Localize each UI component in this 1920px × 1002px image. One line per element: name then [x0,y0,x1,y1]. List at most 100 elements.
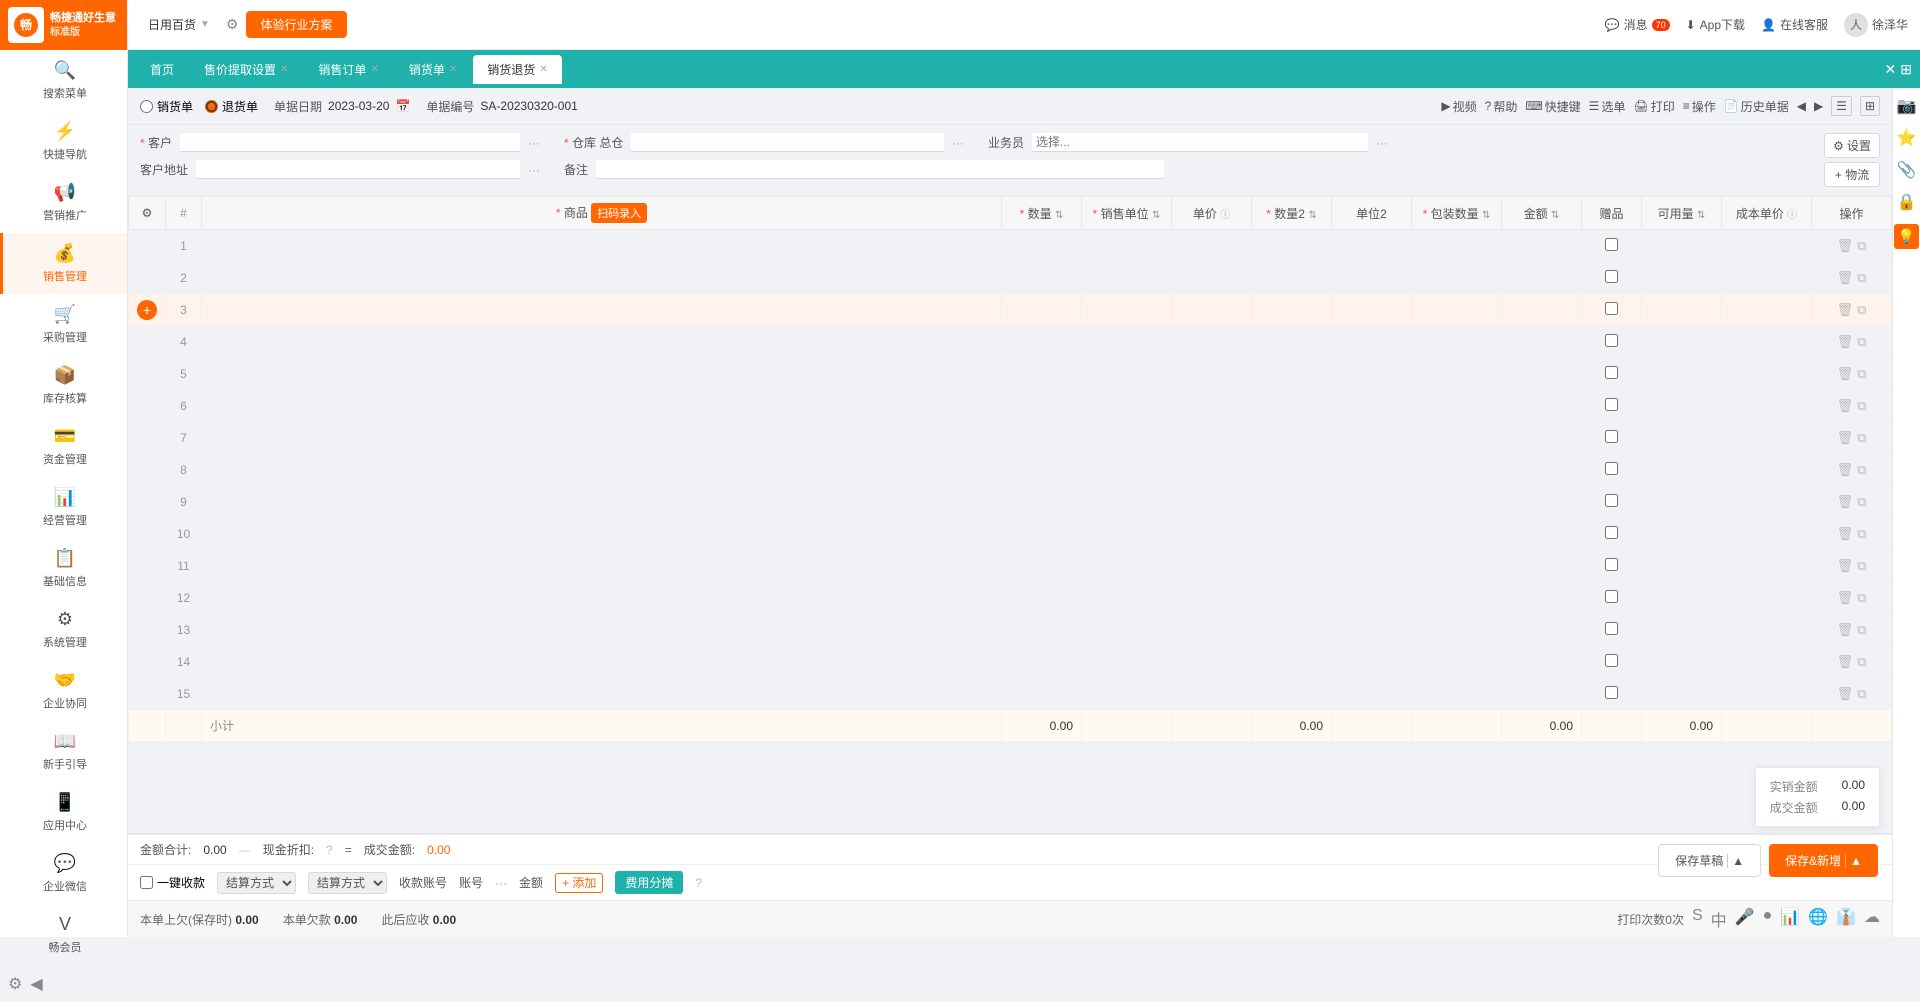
available-sort-icon[interactable]: ⇅ [1697,210,1705,221]
shortcut-btn[interactable]: ⌨ 快捷键 [1525,98,1580,115]
add-btn[interactable]: + 添加 [555,874,603,891]
staff-input[interactable] [1032,133,1368,152]
delete-icon[interactable]: 🗑 [1837,622,1854,638]
copy-row-1[interactable]: ⧉ [1857,238,1866,254]
toolbar-icon-7[interactable]: 👔 [1836,907,1856,931]
row-unit-1[interactable] [1082,230,1172,262]
toolbar-icon-4[interactable]: ● [1763,907,1773,931]
row-cost-2[interactable] [1722,262,1812,294]
dropdown-arrow-draft[interactable]: ▲ [1727,854,1744,868]
row-qty-2[interactable] [1002,262,1082,294]
sidebar-item-marketing[interactable]: 📢 营销推广 [0,172,127,233]
delete-icon[interactable]: 🗑 [1837,526,1854,542]
user-menu[interactable]: 人 徐泽华 [1844,13,1908,37]
row-available-3[interactable] [1642,294,1722,326]
row-qty2-3[interactable] [1252,294,1332,326]
sidebar-item-finance[interactable]: 💳 资金管理 [0,416,127,477]
cost-info-icon[interactable]: ⓘ [1787,210,1797,221]
operate-btn[interactable]: ≡ 操作 [1683,98,1716,115]
row-unit-2[interactable] [1082,262,1172,294]
copy-icon[interactable]: ⧉ [1857,558,1866,574]
experience-btn[interactable]: 体验行业方案 [246,11,346,38]
copy-icon[interactable]: ⧉ [1857,398,1866,414]
sidebar-item-apps[interactable]: 📱 应用中心 [0,782,127,843]
customer-more-btn[interactable]: ··· [528,136,540,150]
sidebar-item-member[interactable]: V 畅会员 [0,904,127,965]
print-btn[interactable]: 🖨 打印 [1633,98,1674,115]
fee-split-btn[interactable]: 费用分摊 [615,871,683,894]
toolbar-icon-2[interactable]: 中 [1711,907,1727,931]
one-key-payment-check[interactable] [140,876,153,889]
tab-home[interactable]: 首页 [136,55,188,84]
row-qty-3[interactable] [1002,294,1082,326]
settings-bottom-icon[interactable]: ⚙ [8,974,22,994]
dropdown-arrow-new[interactable]: ▲ [1845,854,1862,868]
unit-sort-icon[interactable]: ⇅ [1152,210,1160,221]
right-panel-icon-5[interactable]: 💡 [1894,224,1919,249]
col-header-settings[interactable]: ⚙ [129,197,166,230]
copy-icon[interactable]: ⧉ [1857,622,1866,638]
app-download-button[interactable]: ⬇ App下载 [1686,16,1745,33]
qty-sort-icon[interactable]: ⇅ [1055,210,1063,221]
prev-record-btn[interactable]: ◀ [1797,99,1806,113]
copy-icon[interactable]: ⧉ [1857,654,1866,670]
collapse-icon[interactable]: ◀ [30,974,42,994]
delete-row-2[interactable]: 🗑 [1837,270,1854,286]
calc-method-select[interactable]: 结算方式 [308,872,387,894]
row-amount-3[interactable] [1502,294,1582,326]
grid-view-btn[interactable]: ⊞ [1860,96,1880,116]
sidebar-item-search[interactable]: 🔍 搜索菜单 [0,50,127,111]
cash-help-icon[interactable]: ? [326,843,333,857]
row-cost-3[interactable] [1722,294,1812,326]
address-more-btn[interactable]: ··· [528,163,540,177]
save-new-btn[interactable]: 保存&新增 ▲ [1769,844,1878,877]
copy-icon[interactable]: ⧉ [1857,430,1866,446]
toolbar-icon-1[interactable]: S [1692,907,1703,931]
product-input-3[interactable] [210,303,993,317]
message-button[interactable]: 💬 消息 70 [1605,16,1670,33]
copy-row-3[interactable]: ⧉ [1857,302,1866,318]
tab-close-price-extract[interactable]: ✕ [280,64,288,75]
row-product-3[interactable] [202,294,1002,326]
delete-row-3[interactable]: 🗑 [1837,302,1854,318]
row-cost-1[interactable] [1722,230,1812,262]
toolbar-icon-3[interactable]: 🎤 [1735,907,1755,931]
calendar-icon[interactable]: 📅 [395,99,410,113]
settle-method-select[interactable]: 结算方式 [217,872,296,894]
row-unit2-3[interactable] [1332,294,1412,326]
row-qty2-1[interactable] [1252,230,1332,262]
delete-icon[interactable]: 🗑 [1837,686,1854,702]
daily-category[interactable]: 日用百货 ▼ [140,16,218,33]
sidebar-item-purchase[interactable]: 🛒 采购管理 [0,294,127,355]
settings-btn[interactable]: ⚙ 设置 [1824,133,1880,158]
help-btn[interactable]: ? 帮助 [1485,98,1518,115]
copy-icon[interactable]: ⧉ [1857,494,1866,510]
row-amount-1[interactable] [1502,230,1582,262]
row-price-2[interactable] [1172,262,1252,294]
delete-icon[interactable]: 🗑 [1837,654,1854,670]
copy-icon[interactable]: ⧉ [1857,334,1866,350]
tab-sales-bill[interactable]: 销货单 ✕ [395,55,471,84]
row-qty-1[interactable] [1002,230,1082,262]
row-unit-3[interactable] [1082,294,1172,326]
warehouse-input[interactable] [631,133,944,152]
toolbar-icon-8[interactable]: ☁ [1864,907,1880,931]
pack-sort-icon[interactable]: ⇅ [1482,210,1490,221]
select-btn[interactable]: ☰ 选单 [1589,98,1626,115]
row-gift-1[interactable] [1582,230,1642,262]
close-tab-btn[interactable]: ✕ [1885,61,1897,78]
sidebar-item-basic-info[interactable]: 📋 基础信息 [0,538,127,599]
row-available-2[interactable] [1642,262,1722,294]
row-pack-3[interactable] [1412,294,1502,326]
row-pack-1[interactable] [1412,230,1502,262]
copy-icon[interactable]: ⧉ [1857,462,1866,478]
copy-icon[interactable]: ⧉ [1857,366,1866,382]
right-panel-icon-4[interactable]: 🔒 [1897,192,1917,212]
add-row-btn-cell[interactable]: + [129,294,166,326]
list-view-btn[interactable]: ☰ [1831,96,1852,116]
delete-icon[interactable]: 🗑 [1837,398,1854,414]
sidebar-item-sales[interactable]: 💰 销售管理 [0,233,127,294]
radio-sales-bill[interactable]: 销货单 [140,98,193,115]
delete-icon[interactable]: 🗑 [1837,462,1854,478]
row-unit2-1[interactable] [1332,230,1412,262]
